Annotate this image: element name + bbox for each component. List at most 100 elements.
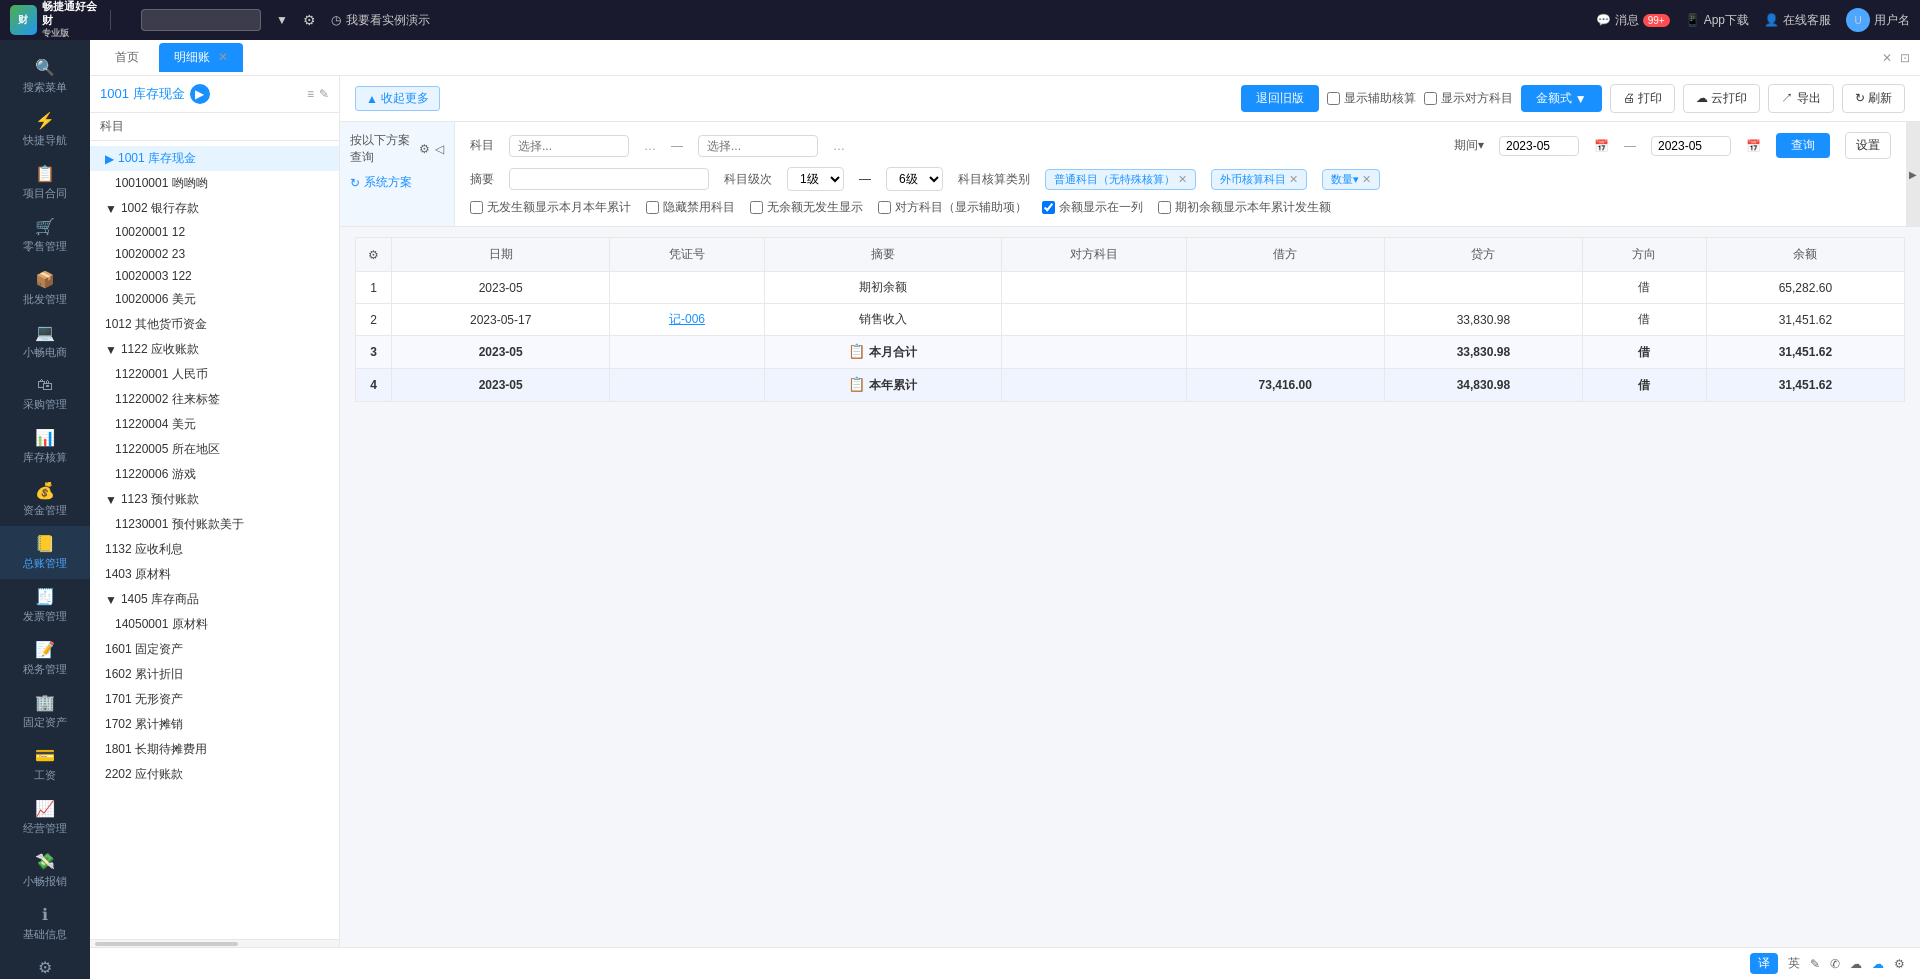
filter-tag-foreign[interactable]: 外币核算科目 ✕ (1211, 169, 1307, 190)
tag-close-ordinary[interactable]: ✕ (1178, 173, 1187, 186)
sidebar-item-purchase[interactable]: 🛍 采购管理 (0, 368, 90, 420)
tree-item-11220004[interactable]: 11220004 美元 (90, 412, 339, 437)
tree-item-10020003[interactable]: 10020003 122 (90, 265, 339, 287)
sidebar-item-inventory[interactable]: 📊 库存核算 (0, 420, 90, 473)
tree-item-10020001[interactable]: 10020001 12 (90, 221, 339, 243)
tree-item-10020006[interactable]: 10020006 美元 (90, 287, 339, 312)
subject-more-icon[interactable]: … (644, 139, 656, 153)
tree-item-1601[interactable]: 1601 固定资产 (90, 637, 339, 662)
system-scheme-btn[interactable]: ↻ 系统方案 (350, 174, 444, 191)
tree-item-14050001[interactable]: 14050001 原材料 (90, 612, 339, 637)
col-settings[interactable]: ⚙ (356, 238, 392, 272)
no-occurrence-checkbox[interactable]: 无发生额显示本月本年累计 (470, 199, 631, 216)
query-settings-icon[interactable]: ⚙ (419, 142, 430, 156)
tree-item-1123[interactable]: ▼ 1123 预付账款 (90, 487, 339, 512)
filter-collapse-btn[interactable]: ▶ (1906, 122, 1920, 226)
settings-icon[interactable]: ⚙ (303, 12, 316, 28)
tree-item-10020002[interactable]: 10020002 23 (90, 243, 339, 265)
period-calendar-icon-2[interactable]: 📅 (1746, 139, 1761, 153)
tree-item-1002[interactable]: ▼ 1002 银行存款 (90, 196, 339, 221)
subject-more-icon-2[interactable]: … (833, 139, 845, 153)
demo-link[interactable]: ◷ 我要看实例演示 (331, 12, 430, 29)
sidebar-item-system[interactable]: ⚙ 系统管理 (0, 950, 90, 979)
tree-item-1012[interactable]: 1012 其他货币资金 (90, 312, 339, 337)
account-tree[interactable]: ▶ 1001 库存现金 10010001 哟哟哟 ▼ 1002 银行存款 100… (90, 141, 339, 939)
sidebar-item-invoice[interactable]: 🧾 发票管理 (0, 579, 90, 632)
amount-mode-btn[interactable]: 金额式 ▼ (1521, 85, 1602, 112)
account-sort-icon[interactable]: ≡ (307, 87, 314, 101)
sidebar-item-ledger[interactable]: 📒 总账管理 (0, 526, 90, 579)
period-calendar-icon-1[interactable]: 📅 (1594, 139, 1609, 153)
filter-tag-quantity[interactable]: 数量▾ ✕ (1322, 169, 1380, 190)
sidebar-item-payroll[interactable]: 💳 工资 (0, 738, 90, 791)
tree-item-1702[interactable]: 1702 累计摊销 (90, 712, 339, 737)
account-tree-scrollbar[interactable] (90, 939, 339, 947)
export-btn[interactable]: ↗ 导出 (1768, 84, 1833, 113)
sidebar-item-contract[interactable]: 📋 项目合同 (0, 156, 90, 209)
print-btn[interactable]: 🖨 打印 (1610, 84, 1675, 113)
sidebar-item-management[interactable]: 📈 经营管理 (0, 791, 90, 844)
tree-item-1405[interactable]: ▼ 1405 库存商品 (90, 587, 339, 612)
subject-input[interactable] (509, 135, 629, 157)
sidebar-item-wholesale[interactable]: 📦 批发管理 (0, 262, 90, 315)
tree-item-11230001[interactable]: 11230001 预付账款美于 (90, 512, 339, 537)
sidebar-item-quick[interactable]: ⚡ 快捷导航 (0, 103, 90, 156)
sidebar-item-tax[interactable]: 📝 税务管理 (0, 632, 90, 685)
tree-item-1122[interactable]: ▼ 1122 应收账款 (90, 337, 339, 362)
no-balance-checkbox[interactable]: 无余额无发生显示 (750, 199, 863, 216)
lang-btn[interactable]: 英 (1788, 955, 1800, 972)
message-btn[interactable]: 💬 消息 99+ (1596, 12, 1670, 29)
more-options-btn[interactable]: ▲ 收起更多 (355, 86, 440, 111)
back-to-old-btn[interactable]: 退回旧版 (1241, 85, 1319, 112)
nav-dropdown-icon[interactable]: ▼ (276, 13, 288, 27)
tab-maximize-icon[interactable]: ⊡ (1900, 51, 1910, 65)
level-end-select[interactable]: 6级 (886, 167, 943, 191)
query-btn[interactable]: 查询 (1776, 133, 1830, 158)
app-download-btn[interactable]: 📱 App下载 (1685, 12, 1749, 29)
tree-item-11220006[interactable]: 11220006 游戏 (90, 462, 339, 487)
subject-input-2[interactable] (698, 135, 818, 157)
sidebar-item-fixed-assets[interactable]: 🏢 固定资产 (0, 685, 90, 738)
opposite-subject-checkbox[interactable]: 对方科目（显示辅助项） (878, 199, 1027, 216)
settings-btn[interactable]: 设置 (1845, 132, 1891, 159)
edit-icon[interactable]: ✎ (1810, 957, 1820, 971)
bottom-settings-icon[interactable]: ⚙ (1894, 957, 1905, 971)
period-start-input[interactable] (1499, 136, 1579, 156)
balance-in-one-col-checkbox[interactable]: 余额显示在一列 (1042, 199, 1143, 216)
user-avatar[interactable]: U 用户名 (1846, 8, 1910, 32)
tab-ledger-detail[interactable]: 明细账 ✕ (159, 43, 243, 72)
tab-close-all-icon[interactable]: ✕ (1882, 51, 1892, 65)
tree-item-11220001[interactable]: 11220001 人民币 (90, 362, 339, 387)
show-assist-checkbox[interactable]: 显示辅助核算 (1327, 90, 1416, 107)
level-start-select[interactable]: 1级 (787, 167, 844, 191)
top-search-input[interactable] (141, 9, 261, 31)
summary-input[interactable] (509, 168, 709, 190)
cloud-print-btn[interactable]: ☁ 云打印 (1683, 84, 1760, 113)
phone-icon[interactable]: ✆ (1830, 957, 1840, 971)
tree-item-1403[interactable]: 1403 原材料 (90, 562, 339, 587)
sidebar-item-basic-info[interactable]: ℹ 基础信息 (0, 897, 90, 950)
sidebar-item-ecommerce[interactable]: 💻 小畅电商 (0, 315, 90, 368)
sidebar-item-retail[interactable]: 🛒 零售管理 (0, 209, 90, 262)
query-collapse-icon[interactable]: ◁ (435, 142, 444, 156)
account-nav-btn[interactable]: ▶ (190, 84, 210, 104)
tree-item-1001[interactable]: ▶ 1001 库存现金 (90, 146, 339, 171)
row-voucher-2[interactable]: 记-006 (610, 304, 764, 336)
sidebar-item-search[interactable]: 🔍 搜索菜单 (0, 50, 90, 103)
period-end-input[interactable] (1651, 136, 1731, 156)
show-opposite-checkbox[interactable]: 显示对方科目 (1424, 90, 1513, 107)
tree-item-1701[interactable]: 1701 无形资产 (90, 687, 339, 712)
translate-btn[interactable]: 译 (1750, 953, 1778, 974)
tag-close-foreign[interactable]: ✕ (1289, 173, 1298, 186)
sidebar-item-funds[interactable]: 💰 资金管理 (0, 473, 90, 526)
tab-close-icon[interactable]: ✕ (218, 50, 228, 64)
tree-item-1132[interactable]: 1132 应收利息 (90, 537, 339, 562)
tab-home[interactable]: 首页 (100, 43, 154, 72)
cloud-icon-1[interactable]: ☁ (1850, 957, 1862, 971)
account-edit-icon[interactable]: ✎ (319, 87, 329, 101)
cloud-icon-2[interactable]: ☁ (1872, 957, 1884, 971)
tree-item-11220005[interactable]: 11220005 所在地区 (90, 437, 339, 462)
tree-item-10010001[interactable]: 10010001 哟哟哟 (90, 171, 339, 196)
tree-item-1602[interactable]: 1602 累计折旧 (90, 662, 339, 687)
tree-item-11220002[interactable]: 11220002 往来标签 (90, 387, 339, 412)
